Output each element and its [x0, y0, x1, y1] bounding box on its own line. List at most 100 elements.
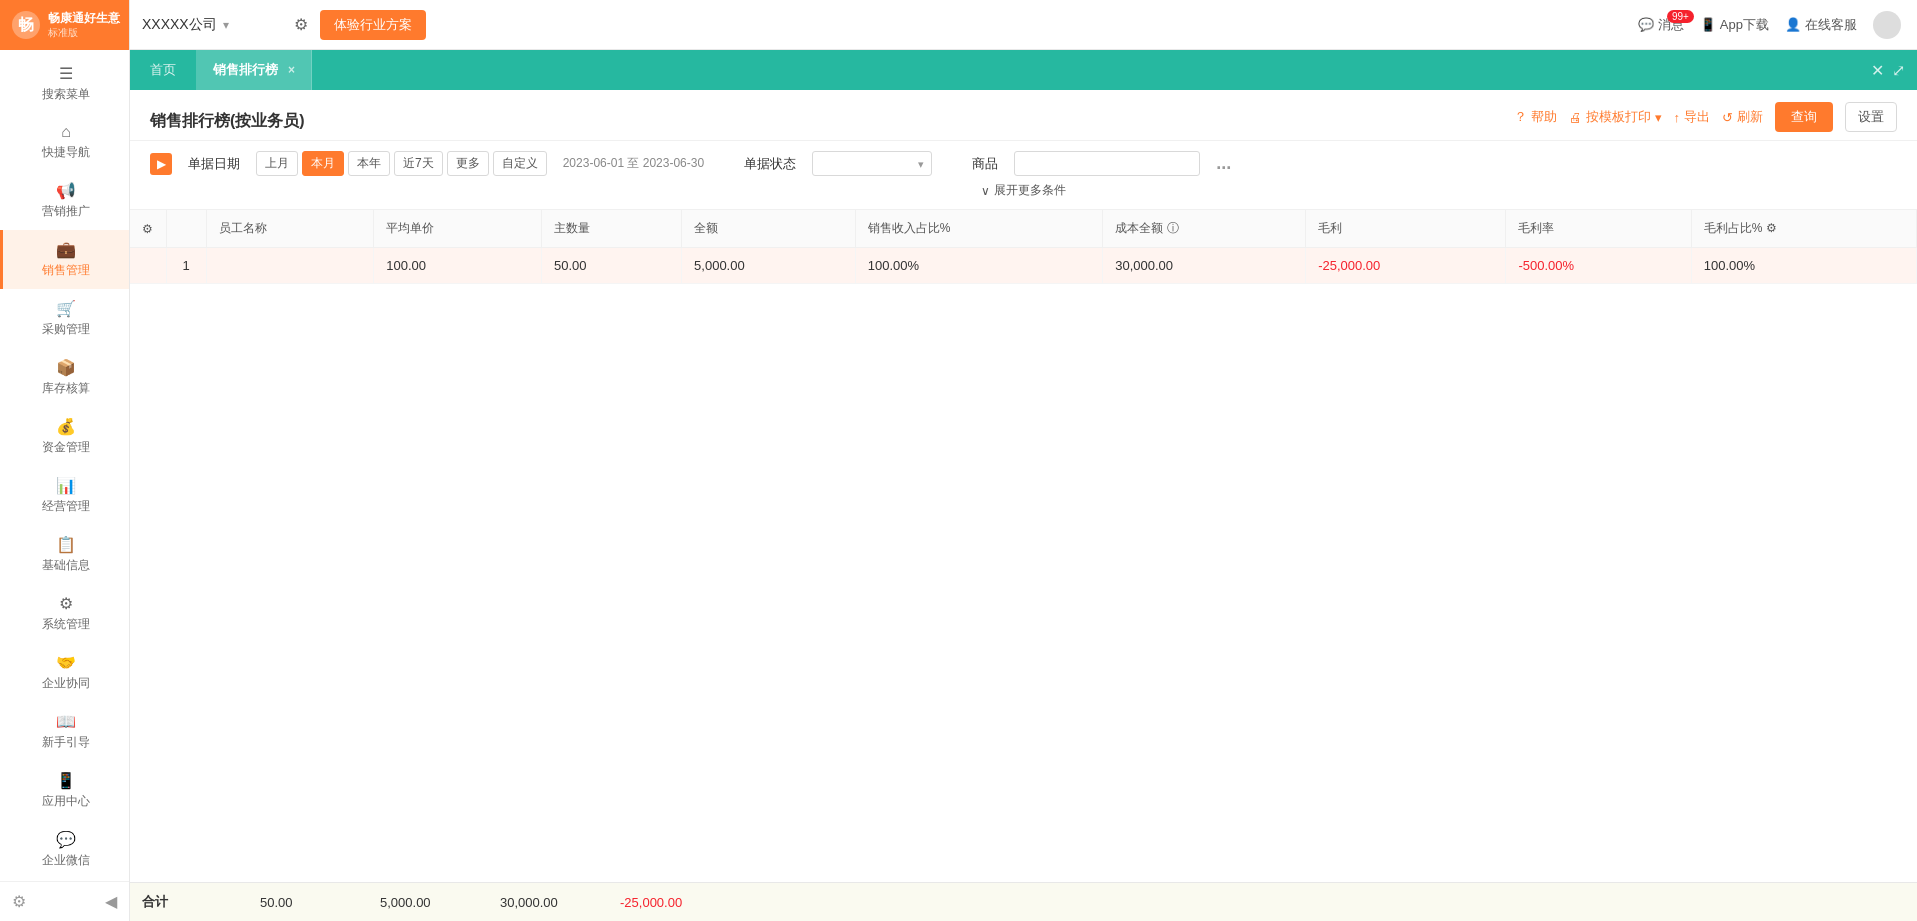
print-btn[interactable]: 🖨 按模板打印 ▾ [1569, 108, 1662, 126]
status-label: 单据状态 [744, 155, 796, 173]
sidebar-item-label: 库存核算 [42, 380, 90, 397]
date-label: 单据日期 [188, 155, 240, 173]
briefcase-icon: 💼 [56, 240, 76, 259]
content-area: 销售排行榜(按业务员) ？ 帮助 🖨 按模板打印 ▾ ↑ 导出 ↺ 刷新 [130, 90, 1917, 921]
th-gross-pct: 毛利占比% ⚙ [1691, 210, 1916, 248]
home-tab-label: 首页 [150, 61, 176, 79]
search-order-icon: ☰ [59, 64, 73, 83]
sidebar-settings-btn[interactable]: ⚙ [12, 892, 26, 911]
sidebar-item-beginner[interactable]: 📖 新手引导 [0, 702, 129, 761]
help-icon: ？ [1514, 108, 1527, 126]
sidebar-item-marketing[interactable]: 📢 营销推广 [0, 171, 129, 230]
chart-icon: 📊 [56, 476, 76, 495]
messages-btn[interactable]: 💬 消息 99+ [1638, 16, 1684, 34]
td-gross-pct: 100.00% [1691, 248, 1916, 284]
tab-close-icon[interactable]: × [288, 63, 295, 77]
sidebar-item-search-order[interactable]: ☰ 搜索菜单 [0, 54, 129, 113]
table-row: 1 100.00 50.00 5,000.00 100.00% 30,000.0… [130, 248, 1917, 284]
export-btn[interactable]: ↑ 导出 [1674, 108, 1711, 126]
page-header: 销售排行榜(按业务员) ？ 帮助 🖨 按模板打印 ▾ ↑ 导出 ↺ 刷新 [130, 90, 1917, 141]
topbar: XXXXX公司 ▾ ⚙ 体验行业方案 💬 消息 99+ 📱 App下载 👤 在线… [130, 0, 1917, 50]
period-btn-7days[interactable]: 近7天 [394, 151, 443, 176]
td-cost: 30,000.00 [1103, 248, 1306, 284]
footer-label: 合计 [142, 893, 248, 911]
sidebar-item-inventory[interactable]: 📦 库存核算 [0, 348, 129, 407]
th-rank [166, 210, 206, 248]
sidebar-item-sys-mgmt[interactable]: ⚙ 系统管理 [0, 584, 129, 643]
app-download-label: App下载 [1720, 16, 1769, 34]
user-area[interactable] [1873, 11, 1905, 39]
sidebar-item-label: 系统管理 [42, 616, 90, 633]
sidebar-item-label: 应用中心 [42, 793, 90, 810]
download-icon: 📱 [1700, 17, 1716, 32]
sales-rank-label: 销售排行榜 [213, 61, 278, 79]
refresh-btn[interactable]: ↺ 刷新 [1722, 108, 1763, 126]
message-icon: 💬 [1638, 17, 1654, 32]
tab-sales-rank[interactable]: 销售排行榜 × [197, 50, 312, 90]
td-avg-price: 100.00 [374, 248, 542, 284]
sidebar-item-enterprise-collab[interactable]: 🤝 企业协同 [0, 643, 129, 702]
sidebar-item-finance[interactable]: 💰 资金管理 [0, 407, 129, 466]
sidebar: 畅 畅康通好生意 标准版 ☰ 搜索菜单 ⌂ 快捷导航 📢 营销推广 💼 销售管理… [0, 0, 130, 921]
sidebar-item-base-info[interactable]: 📋 基础信息 [0, 525, 129, 584]
period-btn-this-month[interactable]: 本月 [302, 151, 344, 176]
company-selector[interactable]: XXXXX公司 ▾ [142, 16, 282, 34]
tabbar: 首页 销售排行榜 × ✕ ⤢ [130, 50, 1917, 90]
sidebar-item-enterprise-wechat[interactable]: 💬 企业微信 [0, 820, 129, 879]
filter-row-1: ▶ 单据日期 上月 本月 本年 近7天 更多 自定义 2023-06-01 至 … [150, 151, 1897, 176]
company-name: XXXXX公司 [142, 16, 217, 34]
status-select[interactable] [812, 151, 932, 176]
tab-home[interactable]: 首页 [130, 50, 197, 90]
period-btn-more[interactable]: 更多 [447, 151, 489, 176]
filter-expand-arrow[interactable]: ▶ [150, 153, 172, 175]
table-header-row: ⚙ 员工名称 平均单价 主数量 全额 销售收入占比% 成本全额 ⓘ 毛利 毛利率… [130, 210, 1917, 248]
td-quantity: 50.00 [541, 248, 681, 284]
period-btns: 上月 本月 本年 近7天 更多 自定义 [256, 151, 547, 176]
handshake-icon: 🤝 [56, 653, 76, 672]
topbar-settings-btn[interactable]: ⚙ [290, 11, 312, 38]
megaphone-icon: 📢 [56, 181, 76, 200]
page-actions: ？ 帮助 🖨 按模板打印 ▾ ↑ 导出 ↺ 刷新 查询 设置 [1514, 102, 1898, 140]
window-expand-btn[interactable]: ⤢ [1892, 61, 1905, 80]
settings-btn[interactable]: 设置 [1845, 102, 1897, 132]
main-area: XXXXX公司 ▾ ⚙ 体验行业方案 💬 消息 99+ 📱 App下载 👤 在线… [130, 0, 1917, 921]
td-gross: -25,000.00 [1306, 248, 1506, 284]
gear-icon: ⚙ [59, 594, 73, 613]
goods-input[interactable] [1014, 151, 1200, 176]
sidebar-item-label: 资金管理 [42, 439, 90, 456]
logo-text: 畅康通好生意 标准版 [48, 10, 120, 41]
period-btn-this-year[interactable]: 本年 [348, 151, 390, 176]
status-select-wrap [812, 151, 932, 176]
sidebar-item-sales-mgmt[interactable]: 💼 销售管理 [0, 230, 129, 289]
period-btn-prev-month[interactable]: 上月 [256, 151, 298, 176]
sidebar-item-label: 新手引导 [42, 734, 90, 751]
window-close-btn[interactable]: ✕ [1871, 61, 1884, 80]
list-icon: 📋 [56, 535, 76, 554]
sidebar-item-app-center[interactable]: 📱 应用中心 [0, 761, 129, 820]
th-settings[interactable]: ⚙ [130, 210, 166, 248]
mobile-icon: 📱 [56, 771, 76, 790]
table-body: 1 100.00 50.00 5,000.00 100.00% 30,000.0… [130, 248, 1917, 284]
app-download-btn[interactable]: 📱 App下载 [1700, 16, 1769, 34]
sidebar-item-purchase-mgmt[interactable]: 🛒 采购管理 [0, 289, 129, 348]
more-filters-dots[interactable]: ... [1216, 153, 1231, 174]
th-cost: 成本全额 ⓘ [1103, 210, 1306, 248]
sidebar-nav: ☰ 搜索菜单 ⌂ 快捷导航 📢 营销推广 💼 销售管理 🛒 采购管理 📦 库存核… [0, 50, 129, 881]
sidebar-collapse-btn[interactable]: ◀ [105, 892, 117, 911]
help-btn[interactable]: ？ 帮助 [1514, 108, 1557, 126]
service-icon: 👤 [1785, 17, 1801, 32]
query-btn[interactable]: 查询 [1775, 102, 1833, 132]
sidebar-item-operation[interactable]: 📊 经营管理 [0, 466, 129, 525]
date-range: 2023-06-01 至 2023-06-30 [563, 155, 704, 172]
box-icon: 📦 [56, 358, 76, 377]
sidebar-item-label: 采购管理 [42, 321, 90, 338]
online-service-btn[interactable]: 👤 在线客服 [1785, 16, 1857, 34]
sidebar-item-label: 企业微信 [42, 852, 90, 869]
trial-btn[interactable]: 体验行业方案 [320, 10, 426, 40]
expand-down-icon: ∨ [981, 184, 990, 198]
sidebar-item-quick-nav[interactable]: ⌂ 快捷导航 [0, 113, 129, 171]
expand-more-btn[interactable]: ∨ 展开更多条件 [981, 182, 1066, 199]
period-btn-custom[interactable]: 自定义 [493, 151, 547, 176]
money-icon: 💰 [56, 417, 76, 436]
th-amount: 全额 [682, 210, 856, 248]
